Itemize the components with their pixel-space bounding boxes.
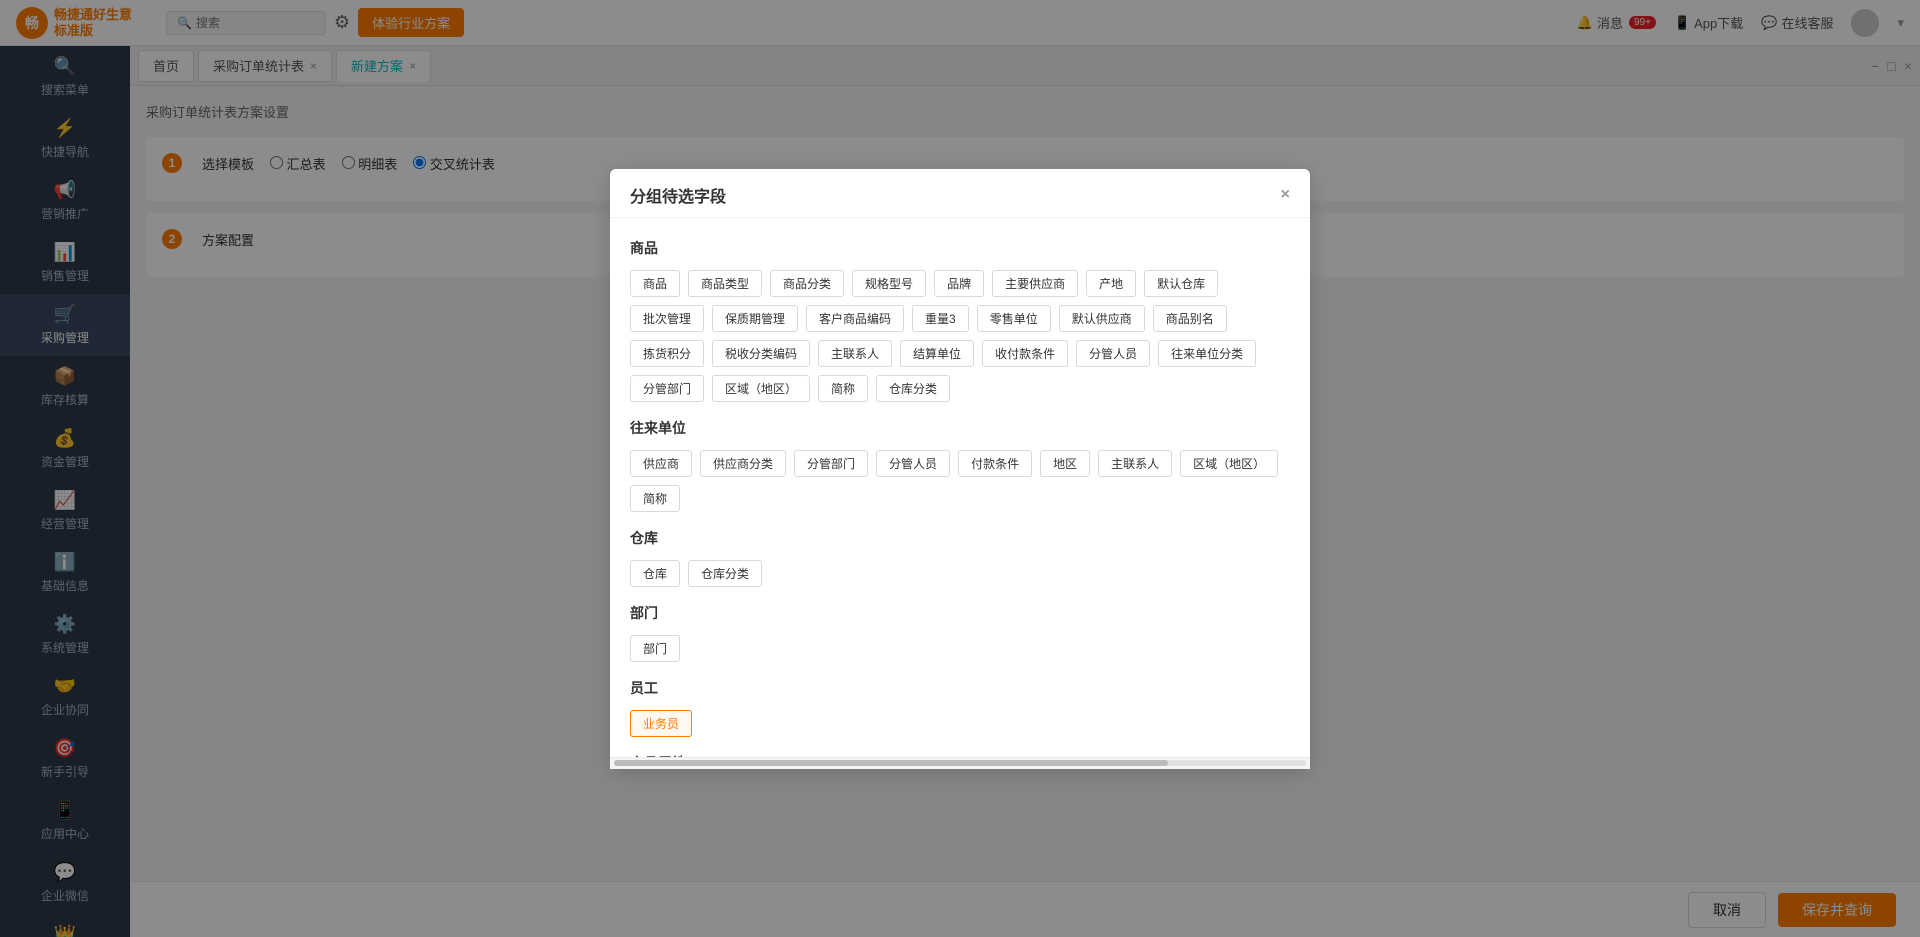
field-tag-payment-cond[interactable]: 付款条件 — [958, 450, 1032, 477]
field-tag-supplier[interactable]: 供应商 — [630, 450, 692, 477]
field-tag-batch-mgmt[interactable]: 批次管理 — [630, 305, 704, 332]
field-tag-region2[interactable]: 地区 — [1040, 450, 1090, 477]
field-tag-picking-score[interactable]: 拣货积分 — [630, 340, 704, 367]
field-tag-weight3[interactable]: 重量3 — [912, 305, 969, 332]
field-tag-goods-category[interactable]: 商品分类 — [770, 270, 844, 297]
modal-scrollbar[interactable] — [610, 757, 1310, 769]
field-tags-dept: 部门 — [630, 635, 1290, 662]
field-tags-partner: 供应商 供应商分类 分管部门 分管人员 付款条件 地区 主联系人 区域（地区） … — [630, 450, 1290, 512]
field-tag-supervisor2[interactable]: 分管人员 — [876, 450, 950, 477]
field-tag-brand[interactable]: 品牌 — [934, 270, 984, 297]
field-tag-retail-unit[interactable]: 零售单位 — [977, 305, 1051, 332]
field-tags-warehouse: 仓库 仓库分类 — [630, 560, 1290, 587]
field-tag-short-name[interactable]: 简称 — [818, 375, 868, 402]
field-tag-customer-sku[interactable]: 客户商品编码 — [806, 305, 904, 332]
section-title-warehouse: 仓库 — [630, 528, 1290, 548]
field-tag-spec-type[interactable]: 规格型号 — [852, 270, 926, 297]
field-tag-main-supplier[interactable]: 主要供应商 — [992, 270, 1078, 297]
field-tag-region-district2[interactable]: 区域（地区） — [1180, 450, 1278, 477]
field-tag-source-unit-cat[interactable]: 往来单位分类 — [1158, 340, 1256, 367]
modal-body: 商品 商品 商品类型 商品分类 规格型号 品牌 主要供应商 产地 默认仓库 批次… — [610, 218, 1310, 757]
section-title-partner: 往来单位 — [630, 418, 1290, 438]
field-tag-warehouse-category[interactable]: 仓库分类 — [876, 375, 950, 402]
section-title-dept: 部门 — [630, 603, 1290, 623]
modal-overlay[interactable]: 分组待选字段 × 商品 商品 商品类型 商品分类 规格型号 品牌 主要供应商 产… — [0, 0, 1920, 937]
field-tag-dept-managed[interactable]: 分管部门 — [630, 375, 704, 402]
modal-header: 分组待选字段 × — [610, 169, 1310, 218]
field-tag-dept2[interactable]: 部门 — [630, 635, 680, 662]
field-tag-default-warehouse[interactable]: 默认仓库 — [1144, 270, 1218, 297]
field-tag-goods-alias[interactable]: 商品别名 — [1153, 305, 1227, 332]
field-tag-short-name2[interactable]: 简称 — [630, 485, 680, 512]
field-tag-payment-terms[interactable]: 收付款条件 — [982, 340, 1068, 367]
modal-title: 分组待选字段 — [630, 183, 726, 207]
section-title-staff: 员工 — [630, 678, 1290, 698]
field-tag-goods[interactable]: 商品 — [630, 270, 680, 297]
field-tag-main-contact2[interactable]: 主联系人 — [1098, 450, 1172, 477]
field-tag-settlement-unit[interactable]: 结算单位 — [900, 340, 974, 367]
field-tag-salesperson[interactable]: 业务员 — [630, 710, 692, 737]
field-tag-warehouse[interactable]: 仓库 — [630, 560, 680, 587]
field-tags-staff: 业务员 — [630, 710, 1290, 737]
field-tags-goods: 商品 商品类型 商品分类 规格型号 品牌 主要供应商 产地 默认仓库 批次管理 … — [630, 270, 1290, 402]
modal-close-button[interactable]: × — [1281, 186, 1290, 204]
field-tag-tax-code[interactable]: 税收分类编码 — [712, 340, 810, 367]
field-tag-main-contact[interactable]: 主联系人 — [818, 340, 892, 367]
field-tag-default-supplier[interactable]: 默认供应商 — [1059, 305, 1145, 332]
field-tag-dept[interactable]: 分管部门 — [794, 450, 868, 477]
field-tag-region-district[interactable]: 区域（地区） — [712, 375, 810, 402]
section-title-goods: 商品 — [630, 238, 1290, 258]
field-tag-expiry-mgmt[interactable]: 保质期管理 — [712, 305, 798, 332]
field-tag-origin[interactable]: 产地 — [1086, 270, 1136, 297]
field-select-modal: 分组待选字段 × 商品 商品 商品类型 商品分类 规格型号 品牌 主要供应商 产… — [610, 169, 1310, 769]
field-tag-warehouse-cat[interactable]: 仓库分类 — [688, 560, 762, 587]
field-tag-goods-type[interactable]: 商品类型 — [688, 270, 762, 297]
field-tag-supplier-category[interactable]: 供应商分类 — [700, 450, 786, 477]
field-tag-supervisor[interactable]: 分管人员 — [1076, 340, 1150, 367]
